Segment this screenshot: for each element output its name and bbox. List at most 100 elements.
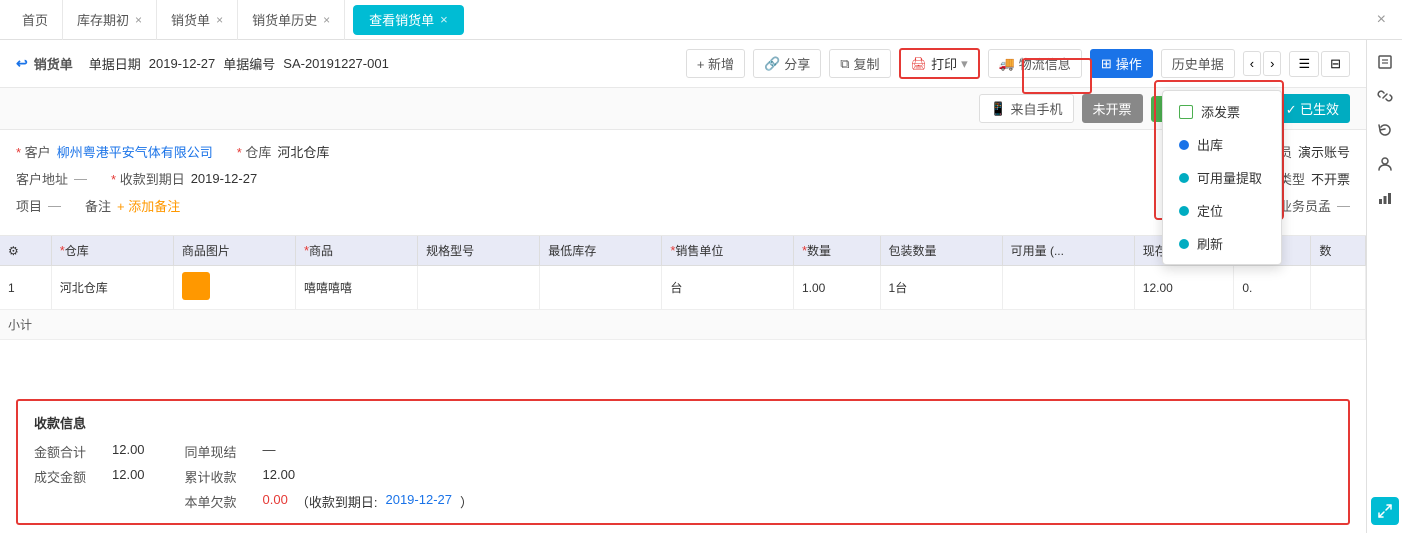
product-image	[182, 272, 210, 300]
new-button[interactable]: + 新增	[686, 49, 745, 78]
payment-date-value: 2019-12-27	[191, 171, 258, 186]
cumulative-label: 累计收款	[185, 467, 255, 486]
close-sales-order[interactable]: ×	[216, 13, 223, 27]
total-value: 12.00	[112, 442, 145, 461]
print-icon: 🖨	[911, 56, 928, 72]
outbound-icon	[1179, 140, 1189, 150]
tab-sales-history[interactable]: 销货单历史 ×	[238, 0, 345, 40]
share-button[interactable]: 🔗 分享	[753, 49, 821, 78]
dropdown-add-invoice[interactable]: 添发票	[1163, 95, 1281, 128]
due-note-close: ）	[460, 492, 473, 511]
dropdown-outbound[interactable]: 出库	[1163, 128, 1281, 161]
operations-button[interactable]: ⊞ 操作	[1090, 49, 1153, 78]
row-spec	[418, 266, 540, 310]
doc-header: ↩ 销货单 单据日期 2019-12-27 单据编号 SA-20191227-0…	[0, 40, 1366, 88]
col-sales-unit: *销售单位	[662, 236, 794, 266]
col-quantity: *数量	[793, 236, 880, 266]
row-available	[1002, 266, 1134, 310]
ticket-type-value: 不开票	[1311, 169, 1350, 188]
grid-icon: ⊞	[1101, 56, 1112, 72]
dropdown-available-qty[interactable]: 可用量提取	[1163, 161, 1281, 194]
add-invoice-icon	[1179, 105, 1193, 119]
copy-icon: ⧉	[840, 56, 849, 72]
logistics-button[interactable]: 🚚 物流信息	[988, 49, 1082, 78]
plus-icon: +	[117, 199, 125, 214]
next-button[interactable]: ›	[1263, 51, 1281, 76]
grid-view-button[interactable]: ⊟	[1321, 51, 1350, 77]
doc-meta: 单据日期 2019-12-27 单据编号 SA-20191227-001	[89, 54, 389, 73]
row-pack-qty: 1台	[880, 266, 1002, 310]
subtotal-row: 小计	[0, 310, 1366, 340]
customer-value[interactable]: 柳州粤港平安气体有限公司	[57, 142, 213, 161]
col-min-stock: 最低库存	[540, 236, 662, 266]
row-index: 1	[0, 266, 51, 310]
row-unit-price: 0.	[1234, 266, 1311, 310]
print-dropdown-arrow[interactable]: ▾	[961, 56, 968, 72]
payment-info-panel: 收款信息 金额合计 12.00 成交金额 12.00 同单现结 —	[16, 399, 1350, 525]
copy-button[interactable]: ⧉ 复制	[829, 49, 890, 78]
doc-icon: ↩	[16, 55, 28, 72]
sidebar-icon-user[interactable]	[1371, 150, 1399, 178]
form-row-2: 客户地址 — 收款到期日 2019-12-27 票据类型 不开票	[16, 169, 1350, 188]
history-button[interactable]: 历史单据	[1161, 49, 1235, 78]
sidebar-icon-expand[interactable]	[1371, 497, 1399, 525]
print-button[interactable]: 🖨 打印 ▾	[899, 48, 980, 79]
row-quantity: 1.00	[793, 266, 880, 310]
operations-dropdown: 添发票 出库 可用量提取 定位 刷新	[1162, 90, 1282, 265]
payment-date-label: 收款到期日	[111, 169, 185, 188]
close-view-sales[interactable]: ×	[440, 12, 448, 27]
address-value: —	[74, 171, 87, 186]
warehouse-label: 仓库	[237, 142, 272, 161]
prev-button[interactable]: ‹	[1243, 51, 1261, 76]
not-opened-button[interactable]: 未开票	[1082, 94, 1143, 123]
transaction-value: 12.00	[112, 467, 145, 486]
total-row: 金额合计 12.00	[34, 442, 145, 461]
from-phone-button[interactable]: 📱 来自手机	[979, 94, 1073, 123]
close-sales-history[interactable]: ×	[323, 13, 330, 27]
dropdown-locate[interactable]: 定位	[1163, 194, 1281, 227]
col-spec: 规格型号	[418, 236, 540, 266]
sidebar-icon-refresh[interactable]	[1371, 116, 1399, 144]
payment-info-title: 收款信息	[34, 413, 1332, 432]
tab-view-sales[interactable]: 查看销货单 ×	[353, 5, 464, 35]
sidebar-icon-chart[interactable]	[1371, 184, 1399, 212]
address-field: 客户地址 —	[16, 169, 87, 188]
row-stock: 12.00	[1134, 266, 1234, 310]
sidebar-icon-doc[interactable]	[1371, 48, 1399, 76]
due-date-link[interactable]: 2019-12-27	[385, 492, 452, 511]
same-order-row: 同单现结 —	[185, 442, 473, 461]
row-product: 嘻嘻嘻嘻	[295, 266, 417, 310]
due-note: （收款到期日:	[296, 492, 378, 511]
right-sidebar	[1366, 40, 1402, 533]
transaction-label: 成交金额	[34, 467, 104, 486]
row-warehouse: 河北仓库	[51, 266, 173, 310]
tab-inventory-init[interactable]: 库存期初 ×	[63, 0, 157, 40]
table-row: 1 河北仓库 嘻嘻嘻嘻 台 1.00 1台 12.00 0.	[0, 266, 1366, 310]
tab-bar: 首页 库存期初 × 销货单 × 销货单历史 × 查看销货单 × ×	[0, 0, 1402, 40]
staff-value: 演示账号	[1298, 142, 1350, 161]
add-remark-link[interactable]: + 添加备注	[117, 196, 180, 215]
doc-actions: + 新增 🔗 分享 ⧉ 复制 🖨 打印 ▾ 🚚 物流信息	[686, 48, 1350, 79]
cumulative-row: 累计收款 12.00	[185, 467, 473, 486]
refresh-icon	[1179, 239, 1189, 249]
tab-home[interactable]: 首页	[8, 0, 63, 40]
window-close[interactable]: ×	[1369, 11, 1394, 29]
effective-status[interactable]: ✓ 已生效	[1275, 94, 1350, 123]
list-view-button[interactable]: ☰	[1289, 51, 1319, 77]
tab-sales-order[interactable]: 销货单 ×	[157, 0, 238, 40]
dropdown-refresh[interactable]: 刷新	[1163, 227, 1281, 260]
project-field: 项目 —	[16, 196, 61, 215]
row-product-img	[173, 266, 295, 310]
share-icon: 🔗	[764, 56, 780, 72]
sidebar-icon-link[interactable]	[1371, 82, 1399, 110]
table-header-row: ⚙ *仓库 商品图片 *商品 规格型号 最低库存 *销售单位 *数量 包装数量 …	[0, 236, 1366, 266]
sales-staff-field: 业务员孟 —	[1270, 196, 1350, 215]
project-value: —	[48, 198, 61, 213]
due-label: 本单欠款	[185, 492, 255, 511]
due-row: 本单欠款 0.00 （收款到期日: 2019-12-27 ）	[185, 492, 473, 511]
col-available: 可用量 (...	[1002, 236, 1134, 266]
close-inventory-init[interactable]: ×	[135, 13, 142, 27]
subtotal-label: 小计	[0, 310, 1366, 340]
warehouse-field: 仓库 河北仓库	[237, 142, 330, 161]
col-settings[interactable]: ⚙	[0, 236, 51, 266]
